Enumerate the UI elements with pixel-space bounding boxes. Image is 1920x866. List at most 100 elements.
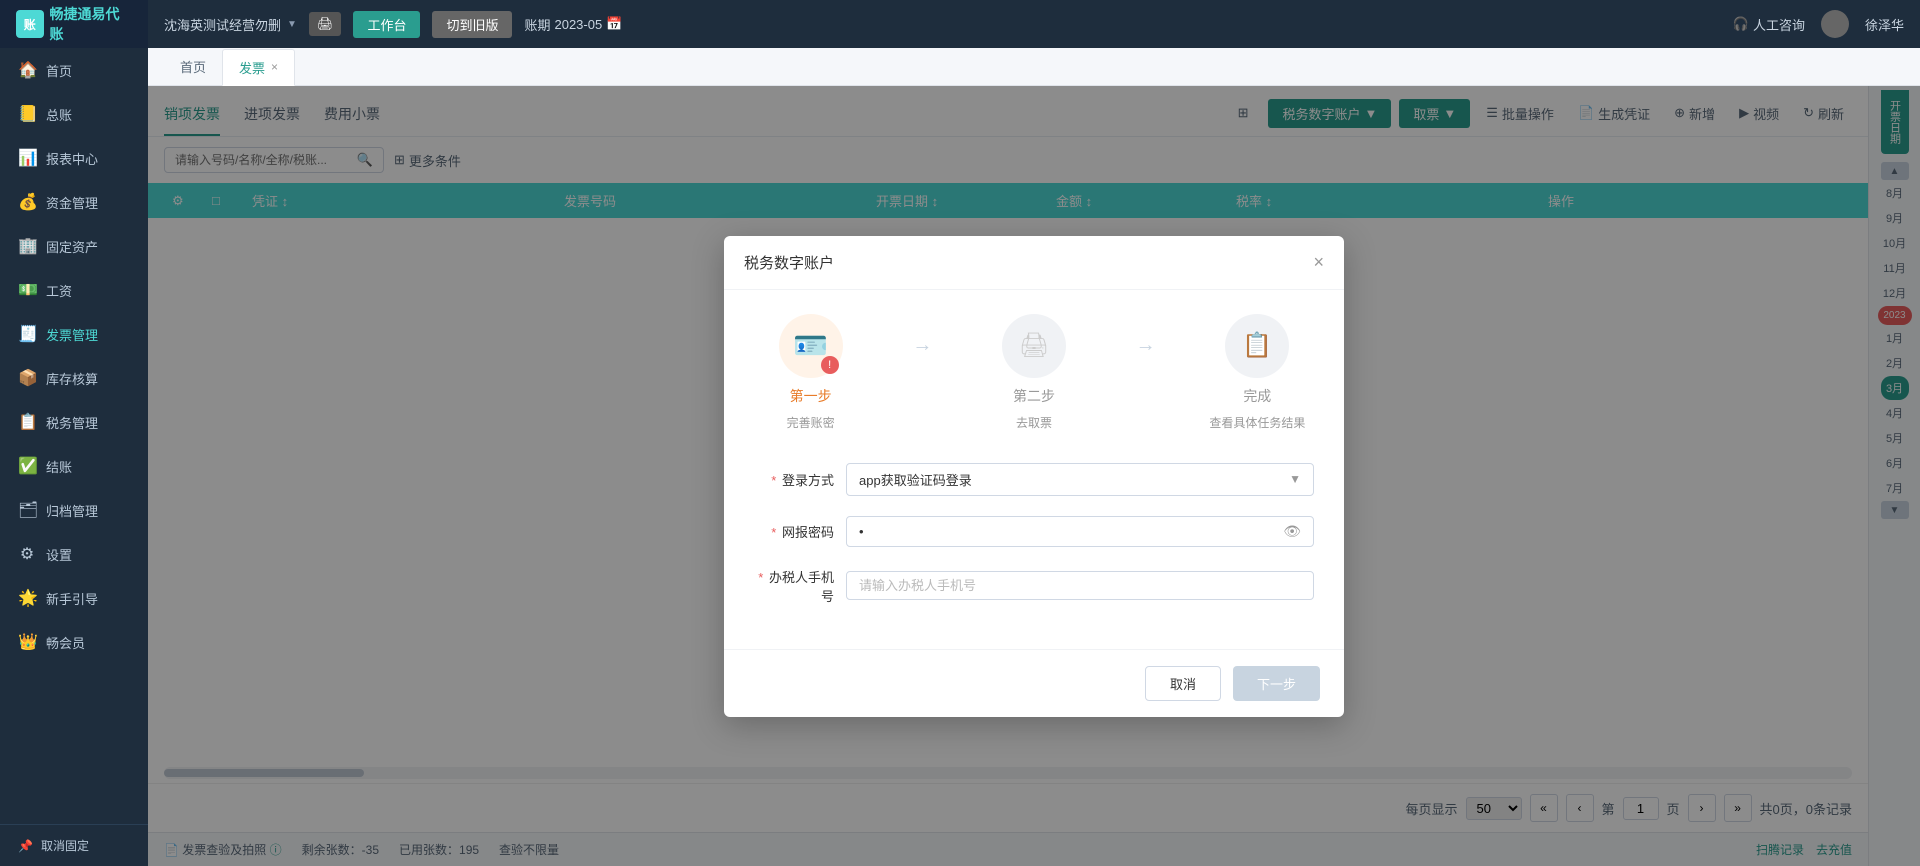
modal-header: 税务数字账户 × — [724, 236, 1344, 290]
step-2-icon: 🖨 — [1019, 331, 1049, 360]
funds-icon: 💰 — [18, 192, 36, 212]
calendar-icon: 📅 — [606, 16, 622, 32]
phone-input[interactable] — [859, 578, 1301, 593]
company-selector[interactable]: 沈海英测试经营勿删 ▼ — [164, 15, 297, 34]
step-1-icon-wrap: 🪪 ! — [779, 314, 843, 378]
login-method-select-control[interactable]: app获取验证码登录 ▼ — [846, 463, 1314, 496]
unpin-label: 取消固定 — [41, 837, 89, 854]
modal-title: 税务数字账户 — [744, 252, 834, 273]
modal-overlay: 税务数字账户 × 🪪 ! 第一步 完善账密 — [148, 86, 1920, 866]
logo-text: 畅捷通易代账 — [50, 4, 133, 44]
sidebar-label-member: 畅会员 — [46, 633, 85, 652]
main-area: 沈海英测试经营勿删 ▼ 🖨 工作台 切到旧版 账期 2023-05 📅 🎧 人工… — [148, 0, 1920, 866]
sidebar-item-reports[interactable]: 📊 报表中心 — [0, 136, 148, 180]
chevron-down-icon: ▼ — [1289, 472, 1301, 486]
password-input[interactable] — [859, 524, 1283, 539]
sidebar-item-archive[interactable]: 🗂 归档管理 — [0, 488, 148, 532]
phone-label: * 办税人手机号 — [754, 567, 834, 605]
avatar — [1821, 10, 1849, 38]
sidebar-item-tax[interactable]: 📋 税务管理 — [0, 400, 148, 444]
user-name: 徐泽华 — [1865, 15, 1904, 34]
step-2-subtitle: 去取票 — [1016, 414, 1052, 431]
cancel-button[interactable]: 取消 — [1145, 666, 1221, 701]
tab-invoice[interactable]: 发票 × — [222, 49, 295, 86]
sidebar-item-home[interactable]: 🏠 首页 — [0, 48, 148, 92]
sidebar-label-invoice: 发票管理 — [46, 325, 98, 344]
step-2-icon-wrap: 🖨 — [1002, 314, 1066, 378]
step-1-icon: 🪪 — [793, 329, 828, 362]
content-area: 销项发票 进项发票 费用小票 ⊞ 税务数字账户 ▼ 取票 ▼ — [148, 86, 1920, 866]
sidebar-item-inventory[interactable]: 📦 库存核算 — [0, 356, 148, 400]
step-1-title: 第一步 — [790, 386, 832, 406]
unpin-button[interactable]: 📌 取消固定 — [0, 824, 148, 866]
tax-digital-modal: 税务数字账户 × 🪪 ! 第一步 完善账密 — [724, 236, 1344, 717]
headset-icon: 🎧 — [1733, 16, 1749, 32]
sidebar-item-invoice[interactable]: 🧾 发票管理 — [0, 312, 148, 356]
sidebar-label-close: 结账 — [46, 457, 72, 476]
modal-form: * 登录方式 app获取验证码登录 ▼ * — [754, 463, 1314, 605]
archive-icon: 🗂 — [18, 500, 36, 520]
period-display: 账期 2023-05 📅 — [524, 15, 622, 34]
period-value: 2023-05 — [554, 17, 602, 32]
step-1-subtitle: 完善账密 — [787, 414, 835, 431]
sidebar-item-member[interactable]: 👑 畅会员 — [0, 620, 148, 664]
company-name: 沈海英测试经营勿删 — [164, 15, 281, 34]
topbar-right: 🎧 人工咨询 徐泽华 — [1733, 10, 1904, 38]
tab-home-label: 首页 — [180, 57, 206, 76]
step-arrow-1: → — [907, 314, 937, 357]
sidebar-item-settings[interactable]: ⚙ 设置 — [0, 532, 148, 576]
inventory-icon: 📦 — [18, 368, 36, 388]
ledger-icon: 📒 — [18, 104, 36, 124]
tab-close-icon[interactable]: × — [271, 60, 278, 74]
sidebar-label-archive: 归档管理 — [46, 501, 98, 520]
sidebar-label-assets: 固定资产 — [46, 237, 98, 256]
phone-field-control[interactable] — [846, 571, 1314, 600]
sidebar-item-guide[interactable]: 🌟 新手引导 — [0, 576, 148, 620]
phone-row: * 办税人手机号 — [754, 567, 1314, 605]
member-icon: 👑 — [18, 632, 36, 652]
invoice-icon: 🧾 — [18, 324, 36, 344]
sidebar-item-close[interactable]: ✅ 结账 — [0, 444, 148, 488]
workspace-button[interactable]: 工作台 — [353, 11, 420, 38]
steps-indicator: 🪪 ! 第一步 完善账密 → 🖨 — [754, 314, 1314, 431]
sidebar-label-tax: 税务管理 — [46, 413, 98, 432]
sidebar-label-settings: 设置 — [46, 545, 72, 564]
sidebar-item-salary[interactable]: 💵 工资 — [0, 268, 148, 312]
step-arrow-2: → — [1131, 314, 1161, 357]
login-method-label: * 登录方式 — [754, 470, 834, 489]
logo-icon: 账 — [16, 10, 44, 38]
customer-service-button[interactable]: 🎧 人工咨询 — [1733, 15, 1805, 34]
sidebar-label-funds: 资金管理 — [46, 193, 98, 212]
sidebar-item-funds[interactable]: 💰 资金管理 — [0, 180, 148, 224]
password-label: * 网报密码 — [754, 522, 834, 541]
assets-icon: 🏢 — [18, 236, 36, 256]
settings-icon: ⚙ — [18, 544, 36, 564]
salary-icon: 💵 — [18, 280, 36, 300]
password-row: * 网报密码 👁 — [754, 516, 1314, 547]
next-button[interactable]: 下一步 — [1233, 666, 1320, 701]
app-logo: 账 畅捷通易代账 — [0, 0, 148, 48]
step-3-icon-wrap: 📋 — [1225, 314, 1289, 378]
modal-body: 🪪 ! 第一步 完善账密 → 🖨 — [724, 290, 1344, 649]
sidebar-label-guide: 新手引导 — [46, 589, 98, 608]
eye-icon[interactable]: 👁 — [1283, 523, 1301, 540]
close-account-icon: ✅ — [18, 456, 36, 476]
step-3: 📋 完成 查看具体任务结果 — [1201, 314, 1314, 431]
step-2: 🖨 第二步 去取票 — [977, 314, 1090, 431]
reports-icon: 📊 — [18, 148, 36, 168]
password-field-control[interactable]: 👁 — [846, 516, 1314, 547]
sidebar-label-reports: 报表中心 — [46, 149, 98, 168]
service-label: 人工咨询 — [1753, 15, 1805, 34]
sidebar-item-ledger[interactable]: 📒 总账 — [0, 92, 148, 136]
sidebar-label-inventory: 库存核算 — [46, 369, 98, 388]
tab-home[interactable]: 首页 — [164, 49, 222, 84]
modal-close-button[interactable]: × — [1313, 253, 1324, 271]
guide-icon: 🌟 — [18, 588, 36, 608]
sidebar-item-assets[interactable]: 🏢 固定资产 — [0, 224, 148, 268]
print-icon[interactable]: 🖨 — [309, 12, 342, 36]
sidebar-label-home: 首页 — [46, 61, 72, 80]
step-2-title: 第二步 — [1013, 386, 1055, 406]
tab-invoice-label: 发票 — [239, 58, 265, 77]
switch-version-button[interactable]: 切到旧版 — [432, 11, 512, 38]
step-3-subtitle: 查看具体任务结果 — [1209, 414, 1305, 431]
